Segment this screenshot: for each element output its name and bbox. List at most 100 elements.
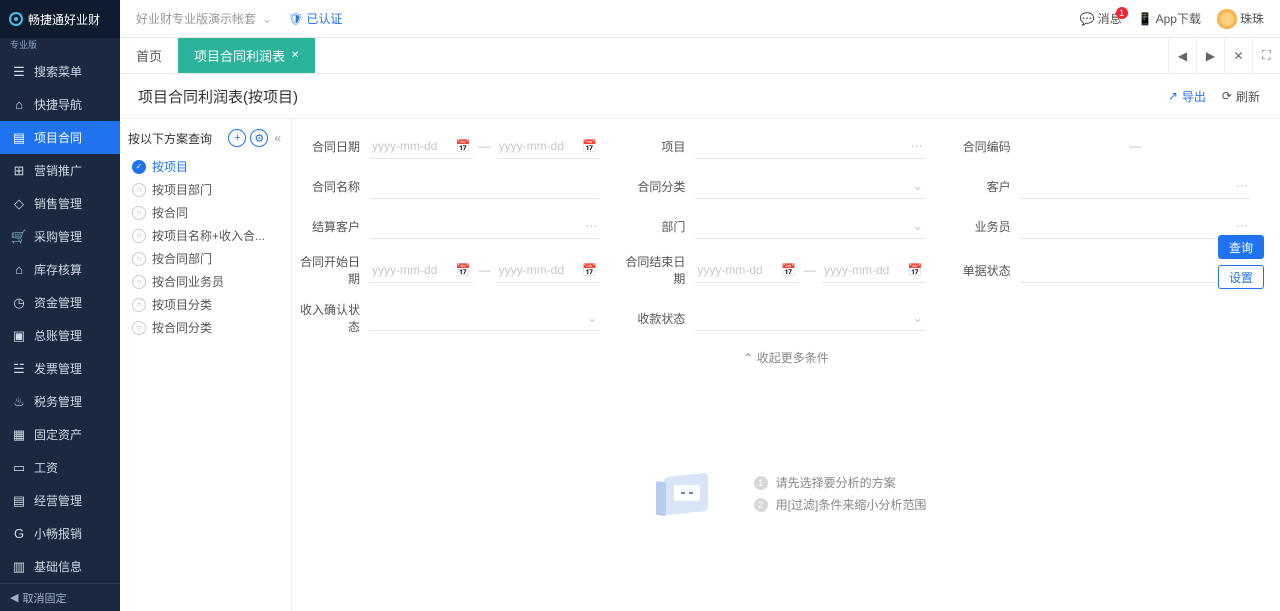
dept-select[interactable]: ⌄	[695, 213, 924, 239]
messages-link[interactable]: 💬 消息 1	[1080, 10, 1122, 27]
close-icon[interactable]: ✕	[291, 50, 299, 61]
user-menu[interactable]: 珠珠	[1217, 9, 1264, 29]
more-icon: ⋯	[911, 139, 923, 153]
nav-item-8[interactable]: ▣总账管理	[0, 319, 120, 352]
nav-icon: ◷	[12, 296, 26, 310]
nav-item-0[interactable]: ☰搜索菜单	[0, 55, 120, 88]
collapse-filters[interactable]: ⌃ 收起更多条件	[292, 341, 1280, 376]
env-selector[interactable]: 好业财专业版演示帐套 ⌄	[136, 10, 272, 27]
lbl-receipt-status: 收款状态	[617, 310, 695, 327]
lbl-contract-date: 合同日期	[292, 138, 370, 155]
nav-icon: ⊞	[12, 164, 26, 178]
scheme-item-2[interactable]: ○按合同	[128, 201, 283, 224]
nav-icon: ▣	[12, 329, 26, 343]
scheme-icon: ○	[132, 321, 146, 335]
settle-customer-input[interactable]: ⋯	[370, 213, 599, 239]
calendar-icon: 📅	[781, 263, 796, 277]
lbl-customer: 客户	[943, 178, 1021, 195]
nav-item-1[interactable]: ⌂快捷导航	[0, 88, 120, 121]
lbl-bill-status: 单据状态	[943, 262, 1021, 279]
nav-icon: ⌂	[12, 263, 26, 277]
receipt-status-select[interactable]: ⌄	[695, 305, 924, 331]
scheme-settings-button[interactable]: ⚙	[250, 129, 268, 147]
lbl-dept: 部门	[617, 218, 695, 235]
query-button[interactable]: 查询	[1218, 235, 1264, 259]
scheme-item-3[interactable]: ○按项目名称+收入合...	[128, 224, 283, 247]
nav-item-10[interactable]: ♨ 税务管理	[0, 385, 120, 418]
lbl-contract-name: 合同名称	[292, 178, 370, 195]
nav-item-4[interactable]: ◇销售管理	[0, 187, 120, 220]
calendar-icon: 📅	[582, 139, 597, 153]
nav-label: 营销推广	[34, 162, 82, 179]
income-status-select[interactable]: ⌄	[370, 305, 599, 331]
contract-name-input[interactable]	[370, 173, 599, 199]
end-date-to[interactable]: yyyy-mm-dd📅	[822, 257, 925, 283]
tab-1[interactable]: 项目合同利润表✕	[178, 38, 315, 73]
nav-item-9[interactable]: ☱发票管理	[0, 352, 120, 385]
chevron-down-icon: ⌄	[913, 219, 923, 233]
calendar-icon: 📅	[456, 263, 471, 277]
contract-date-from[interactable]: yyyy-mm-dd📅	[370, 133, 473, 159]
nav-icon: ⌂	[12, 98, 26, 112]
tab-close-all[interactable]: ✕	[1224, 38, 1252, 73]
refresh-icon: ⟳	[1222, 89, 1232, 103]
nav-item-6[interactable]: ⌂库存核算	[0, 253, 120, 286]
end-date-from[interactable]: yyyy-mm-dd📅	[695, 257, 798, 283]
nav-item-15[interactable]: ▥基础信息	[0, 550, 120, 583]
verified-badge: 🛡 已认证	[288, 10, 342, 27]
nav-label: 基础信息	[34, 558, 82, 575]
add-scheme-button[interactable]: +	[228, 129, 246, 147]
calendar-icon: 📅	[456, 139, 471, 153]
collapse-schemes[interactable]: «	[272, 131, 283, 145]
empty-state: 1请先选择要分析的方案 2用[过滤]条件来缩小分析范围	[292, 376, 1280, 611]
unpin-sidebar[interactable]: ◀ 取消固定	[0, 583, 120, 611]
scheme-item-7[interactable]: ○按合同分类	[128, 316, 283, 339]
scheme-item-6[interactable]: ○按项目分类	[128, 293, 283, 316]
nav-item-7[interactable]: ◷资金管理	[0, 286, 120, 319]
nav-item-12[interactable]: ▭工资	[0, 451, 120, 484]
scheme-item-5[interactable]: ○按合同业务员	[128, 270, 283, 293]
nav-item-13[interactable]: ▤经营管理	[0, 484, 120, 517]
nav-label: 发票管理	[34, 360, 82, 377]
sidebar: 畅捷通好业财 专业版 ☰搜索菜单⌂快捷导航▤项目合同⊞营销推广◇销售管理🛒采购管…	[0, 0, 120, 611]
scheme-icon: ○	[132, 229, 146, 243]
scheme-item-1[interactable]: ○按项目部门	[128, 178, 283, 201]
phone-icon: 📱	[1138, 12, 1153, 26]
scheme-icon: ○	[132, 298, 146, 312]
topbar: 好业财专业版演示帐套 ⌄ 🛡 已认证 💬 消息 1 📱 App下载 珠珠	[120, 0, 1280, 38]
nav-item-2[interactable]: ▤项目合同	[0, 121, 120, 154]
nav-item-3[interactable]: ⊞ 营销推广	[0, 154, 120, 187]
lbl-start-date: 合同开始日期	[292, 253, 370, 287]
chevron-down-icon: ⌄	[913, 311, 923, 325]
fullscreen[interactable]: ⛶	[1252, 38, 1280, 73]
salesman-input[interactable]: ⋯	[1021, 213, 1250, 239]
tab-prev[interactable]: ◀	[1168, 38, 1196, 73]
nav-item-11[interactable]: ▦固定资产	[0, 418, 120, 451]
nav-icon: ♨	[12, 395, 26, 409]
nav-icon: ▭	[12, 461, 26, 475]
nav-label: 固定资产	[34, 426, 82, 443]
tab-0[interactable]: 首页	[120, 38, 178, 73]
calendar-icon: 📅	[908, 263, 923, 277]
refresh-button[interactable]: ⟳ 刷新	[1222, 88, 1260, 105]
tabs-bar: 首页项目合同利润表✕ ◀ ▶ ✕ ⛶	[120, 38, 1280, 74]
start-date-from[interactable]: yyyy-mm-dd📅	[370, 257, 473, 283]
chat-icon: 💬	[1080, 12, 1095, 26]
customer-input[interactable]: ⋯	[1021, 173, 1250, 199]
tab-next[interactable]: ▶	[1196, 38, 1224, 73]
contract-class-select[interactable]: ⌄	[695, 173, 924, 199]
contract-date-to[interactable]: yyyy-mm-dd📅	[497, 133, 600, 159]
nav-label: 经营管理	[34, 492, 82, 509]
project-input[interactable]: ⋯	[695, 133, 924, 159]
more-icon: ⋯	[585, 219, 597, 233]
start-date-to[interactable]: yyyy-mm-dd📅	[497, 257, 600, 283]
scheme-item-4[interactable]: ○按合同部门	[128, 247, 283, 270]
scheme-item-0[interactable]: ✓按项目	[128, 155, 283, 178]
nav-label: 税务管理	[34, 393, 82, 410]
app-download-link[interactable]: 📱 App下载	[1138, 10, 1201, 27]
nav-item-5[interactable]: 🛒采购管理	[0, 220, 120, 253]
settings-button[interactable]: 设置	[1218, 265, 1264, 289]
export-button[interactable]: ↗ 导出	[1168, 88, 1206, 105]
nav-item-14[interactable]: G小畅报销	[0, 517, 120, 550]
bill-status-select[interactable]: ⌄	[1021, 257, 1250, 283]
